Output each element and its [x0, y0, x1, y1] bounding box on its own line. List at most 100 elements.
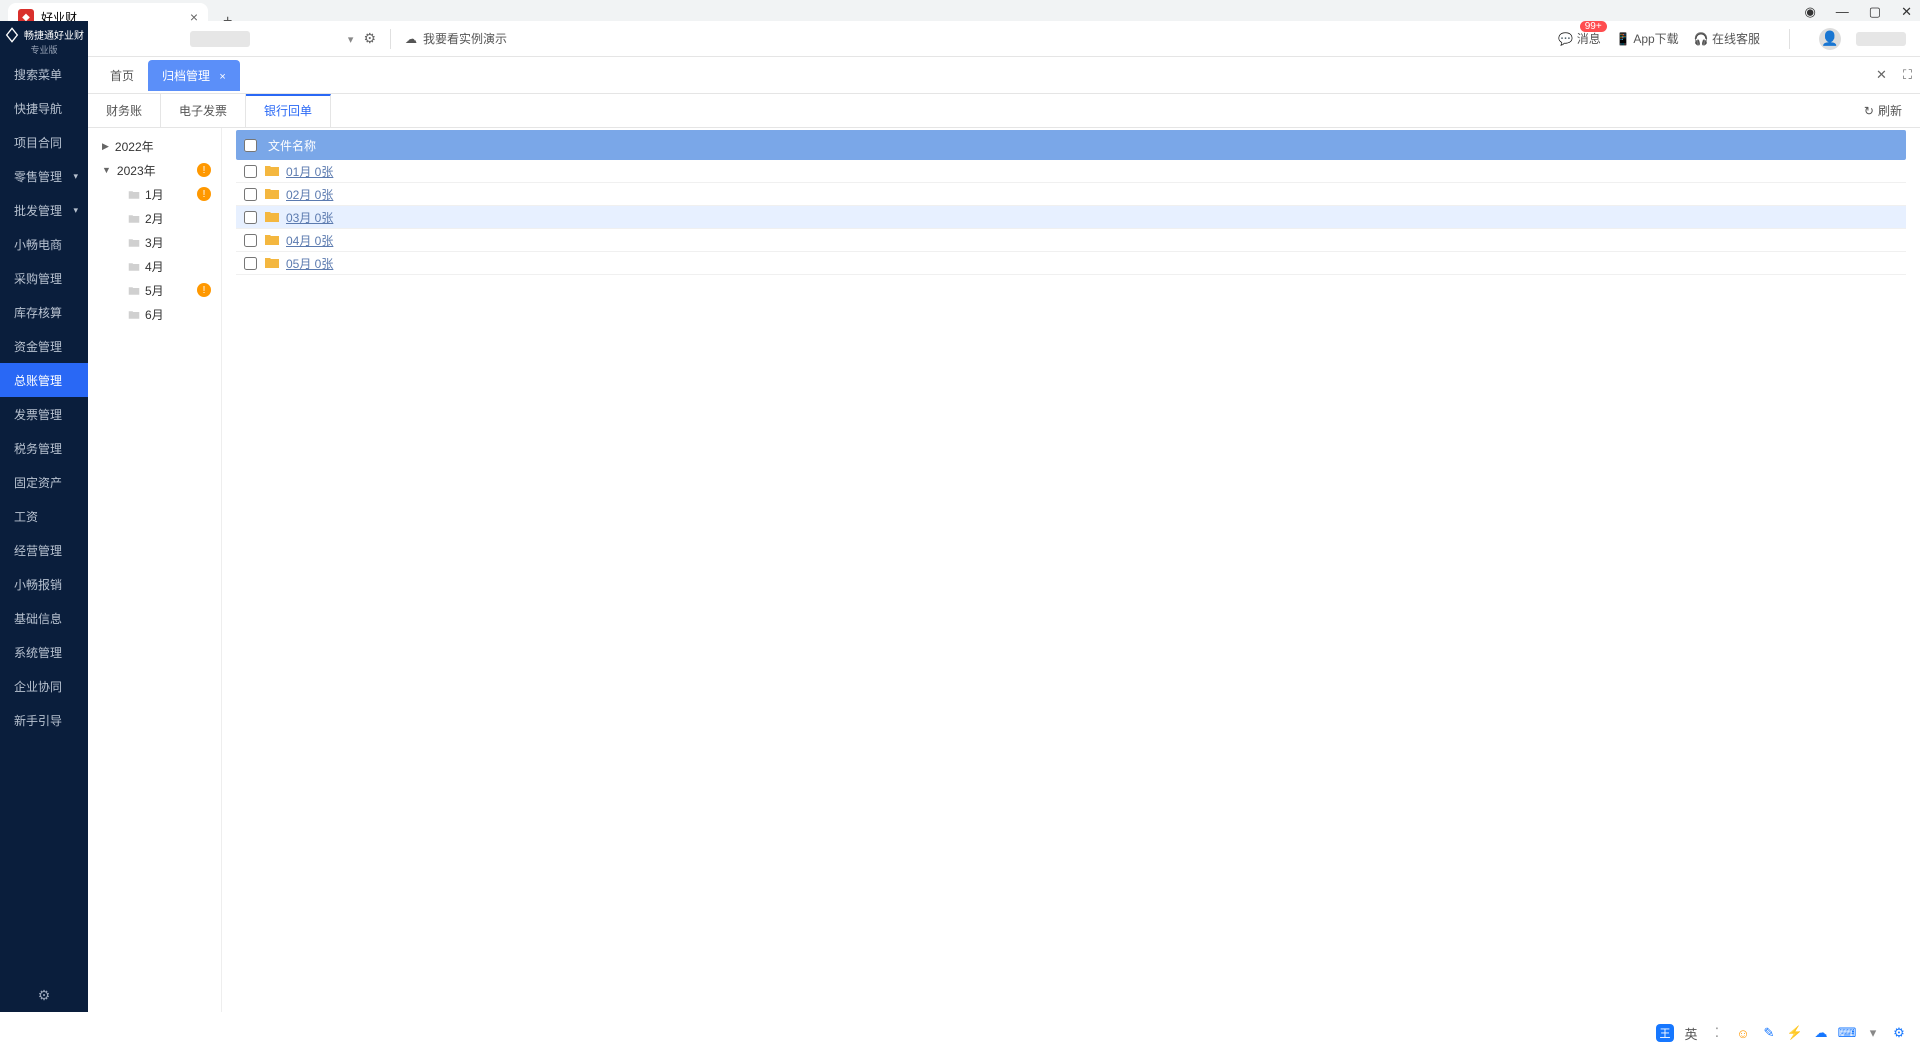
row-checkbox[interactable] [244, 211, 257, 224]
sidebar-item[interactable]: 系统管理 [0, 635, 88, 669]
table-row[interactable]: 01月 0张 [236, 160, 1906, 183]
divider [390, 29, 391, 49]
alert-badge-icon: ! [197, 163, 211, 177]
tree-month[interactable]: 6月 [88, 302, 221, 326]
tree-month[interactable]: 5月! [88, 278, 221, 302]
row-checkbox[interactable] [244, 165, 257, 178]
tree-month-label: 2月 [145, 210, 164, 227]
tree-month[interactable]: 1月! [88, 182, 221, 206]
sidebar-item[interactable]: 工资 [0, 499, 88, 533]
tree-year[interactable]: ▶2022年 [88, 134, 221, 158]
table-row[interactable]: 04月 0张 [236, 229, 1906, 252]
sidebar-item[interactable]: 企业协同 [0, 669, 88, 703]
sidebar-item[interactable]: 库存核算 [0, 295, 88, 329]
tree-month-label: 3月 [145, 234, 164, 251]
sidebar-item-label: 项目合同 [14, 134, 62, 151]
tree-month[interactable]: 2月 [88, 206, 221, 230]
alert-badge-icon: ! [197, 187, 211, 201]
tabs-fullscreen-button[interactable]: ⛶ [1895, 67, 1920, 83]
subtab-invoice[interactable]: 电子发票 [161, 94, 246, 127]
sidebar-item-label: 库存核算 [14, 304, 62, 321]
sidebar-item[interactable]: 经营管理 [0, 533, 88, 567]
ime-smile-icon[interactable]: ☺ [1734, 1024, 1752, 1042]
app-download-button[interactable]: 📱 App下载 [1616, 30, 1679, 47]
window-minimize-icon[interactable]: — [1836, 4, 1849, 20]
ime-gear-icon[interactable]: ⚙ [1890, 1024, 1908, 1042]
sidebar-item[interactable]: 项目合同 [0, 125, 88, 159]
sidebar-item[interactable]: 批发管理▾ [0, 193, 88, 227]
sidebar-item[interactable]: 资金管理 [0, 329, 88, 363]
browser-account-icon[interactable]: ◉ [1804, 4, 1815, 20]
tab-archive[interactable]: 归档管理 × [148, 60, 240, 91]
sidebar-item[interactable]: 税务管理 [0, 431, 88, 465]
row-checkbox[interactable] [244, 188, 257, 201]
ime-lang[interactable]: 英 [1682, 1024, 1700, 1042]
window-close-icon[interactable]: ✕ [1901, 4, 1912, 20]
cloud-icon: ☁ [405, 32, 417, 46]
company-settings-icon[interactable]: ⚙ [363, 30, 376, 46]
sidebar-settings-icon[interactable]: ⚙ [0, 978, 88, 1012]
sidebar-item[interactable]: 小畅报销 [0, 567, 88, 601]
subtab-finance-label: 财务账 [106, 104, 142, 118]
subtab-finance[interactable]: 财务账 [88, 94, 161, 127]
sidebar-item-label: 批发管理 [14, 202, 62, 219]
company-selector[interactable]: ▾⚙ [176, 30, 376, 47]
tree-year[interactable]: ▼ 2023年! [88, 158, 221, 182]
ime-edit-icon[interactable]: ✎ [1760, 1024, 1778, 1042]
company-name-redacted [190, 31, 250, 47]
ime-keyboard-icon[interactable]: ⌨ [1838, 1024, 1856, 1042]
caret-down-icon: ▼ [102, 165, 111, 175]
sidebar-item-label: 快捷导航 [14, 100, 62, 117]
tab-home[interactable]: 首页 [96, 60, 148, 91]
table-row[interactable]: 03月 0张 [236, 206, 1906, 229]
file-name-link[interactable]: 05月 0张 [286, 255, 333, 272]
file-name-link[interactable]: 02月 0张 [286, 186, 333, 203]
ime-down-icon[interactable]: ▾ [1864, 1024, 1882, 1042]
sidebar-item[interactable]: 小畅电商 [0, 227, 88, 261]
sidebar-item[interactable]: 基础信息 [0, 601, 88, 635]
logo-edition: 专业版 [30, 43, 57, 56]
tabs-close-button[interactable]: ✕ [1868, 67, 1895, 83]
sidebar-item-label: 小畅电商 [14, 236, 62, 253]
messages-button[interactable]: 💬 消息 99+ [1558, 30, 1600, 47]
avatar[interactable]: 👤 [1819, 28, 1841, 50]
sidebar-item[interactable]: 零售管理▾ [0, 159, 88, 193]
subtab-bank[interactable]: 银行回单 [246, 94, 331, 127]
row-checkbox[interactable] [244, 257, 257, 270]
refresh-button[interactable]: ↻ 刷新 [1864, 102, 1920, 119]
sidebar-item-label: 经营管理 [14, 542, 62, 559]
file-name-link[interactable]: 03月 0张 [286, 209, 333, 226]
app-logo: 畅捷通好业财 专业版 [0, 21, 88, 57]
sidebar-item-label: 新手引导 [14, 712, 62, 729]
file-name-link[interactable]: 01月 0张 [286, 163, 333, 180]
file-name-link[interactable]: 04月 0张 [286, 232, 333, 249]
sidebar-item[interactable]: 发票管理 [0, 397, 88, 431]
folder-icon [128, 285, 140, 295]
message-icon: 💬 [1558, 32, 1573, 46]
table-row[interactable]: 02月 0张 [236, 183, 1906, 206]
sidebar-item[interactable]: 固定资产 [0, 465, 88, 499]
tab-archive-close-icon[interactable]: × [219, 71, 225, 83]
tab-archive-label: 归档管理 [162, 69, 210, 83]
ime-wang-icon[interactable]: 王 [1656, 1024, 1674, 1042]
sidebar-item[interactable]: 新手引导 [0, 703, 88, 737]
tree-month[interactable]: 3月 [88, 230, 221, 254]
row-checkbox[interactable] [244, 234, 257, 247]
sidebar-item[interactable]: 搜索菜单 [0, 57, 88, 91]
username-redacted [1856, 32, 1906, 46]
tree-month[interactable]: 4月 [88, 254, 221, 278]
sidebar-item[interactable]: 快捷导航 [0, 91, 88, 125]
online-service-button[interactable]: 🎧 在线客服 [1694, 30, 1760, 47]
table-row[interactable]: 05月 0张 [236, 252, 1906, 275]
ime-flash-icon[interactable]: ⚡ [1786, 1024, 1804, 1042]
select-all-checkbox[interactable] [244, 139, 257, 152]
ime-taskbar: 王 英 ⁚ ☺ ✎ ⚡ ☁ ⌨ ▾ ⚙ [1656, 1024, 1908, 1042]
sidebar-item[interactable]: 采购管理 [0, 261, 88, 295]
tree-month-label: 1月 [145, 186, 164, 203]
ime-cloud-icon[interactable]: ☁ [1812, 1024, 1830, 1042]
tree-year-label: 2023年 [117, 162, 156, 179]
sidebar-item[interactable]: 总账管理 [0, 363, 88, 397]
window-maximize-icon[interactable]: ▢ [1869, 4, 1881, 20]
sidebar-item-label: 发票管理 [14, 406, 62, 423]
demo-link[interactable]: ☁ 我要看实例演示 [405, 30, 507, 47]
